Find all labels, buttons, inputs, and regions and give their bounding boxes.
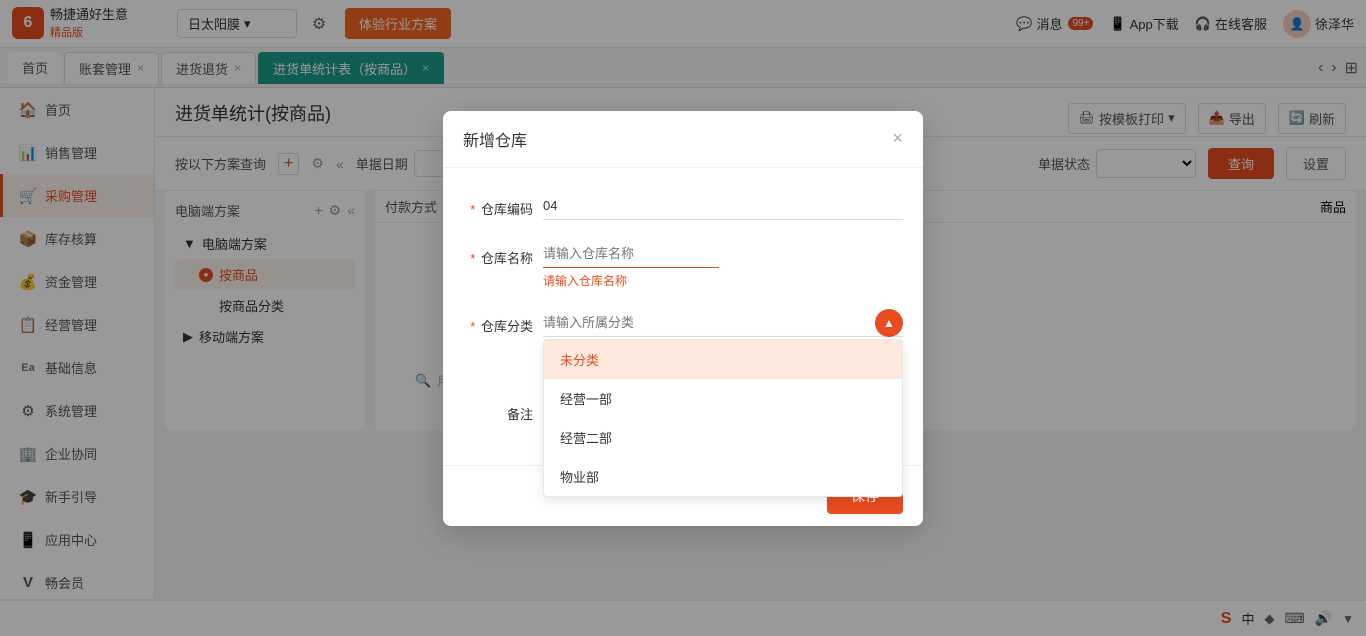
modal-header: 新增仓库 × [443,111,923,168]
modal-overlay: 新增仓库 × * 仓库编码 * 仓库名称 [0,0,1366,636]
name-error-message: 请输入仓库名称 [543,272,627,289]
category-required-star: * [470,319,475,334]
name-label-text: 仓库名称 [481,251,533,266]
modal-close-button[interactable]: × [892,128,903,149]
code-form-row: * 仓库编码 [463,192,903,220]
name-label: * 仓库名称 [463,241,543,267]
warehouse-code-input[interactable] [543,192,903,220]
category-dropdown: 未分类 经营一部 经营二部 物业部 [543,339,903,497]
dropdown-option-uncategorized[interactable]: 未分类 [544,340,902,379]
category-select-wrap: ▲ [543,309,903,337]
arrow-up-icon: ▲ [883,316,895,330]
dropdown-option-dept1[interactable]: 经营一部 [544,379,902,418]
category-label: * 仓库分类 [463,309,543,335]
name-required-star: * [470,251,475,266]
code-label-text: 仓库编码 [481,202,533,217]
add-warehouse-modal: 新增仓库 × * 仓库编码 * 仓库名称 [443,111,923,526]
code-label: * 仓库编码 [463,192,543,218]
name-form-row: * 仓库名称 请输入仓库名称 [463,240,903,289]
category-arrow-btn[interactable]: ▲ [875,309,903,337]
category-form-row: * 仓库分类 ▲ 未分类 经营一部 经营二部 物业部 [463,309,903,337]
notes-label: 备注 [463,397,543,423]
modal-title: 新增仓库 [463,127,527,151]
notes-label-text: 备注 [507,407,533,422]
dropdown-option-dept2[interactable]: 经营二部 [544,418,902,457]
category-label-text: 仓库分类 [481,319,533,334]
modal-body: * 仓库编码 * 仓库名称 请输入仓库名称 * [443,168,923,465]
category-select-input[interactable] [543,309,903,337]
dropdown-option-property[interactable]: 物业部 [544,457,902,496]
code-required-star: * [470,202,475,217]
warehouse-name-input[interactable] [543,240,719,268]
